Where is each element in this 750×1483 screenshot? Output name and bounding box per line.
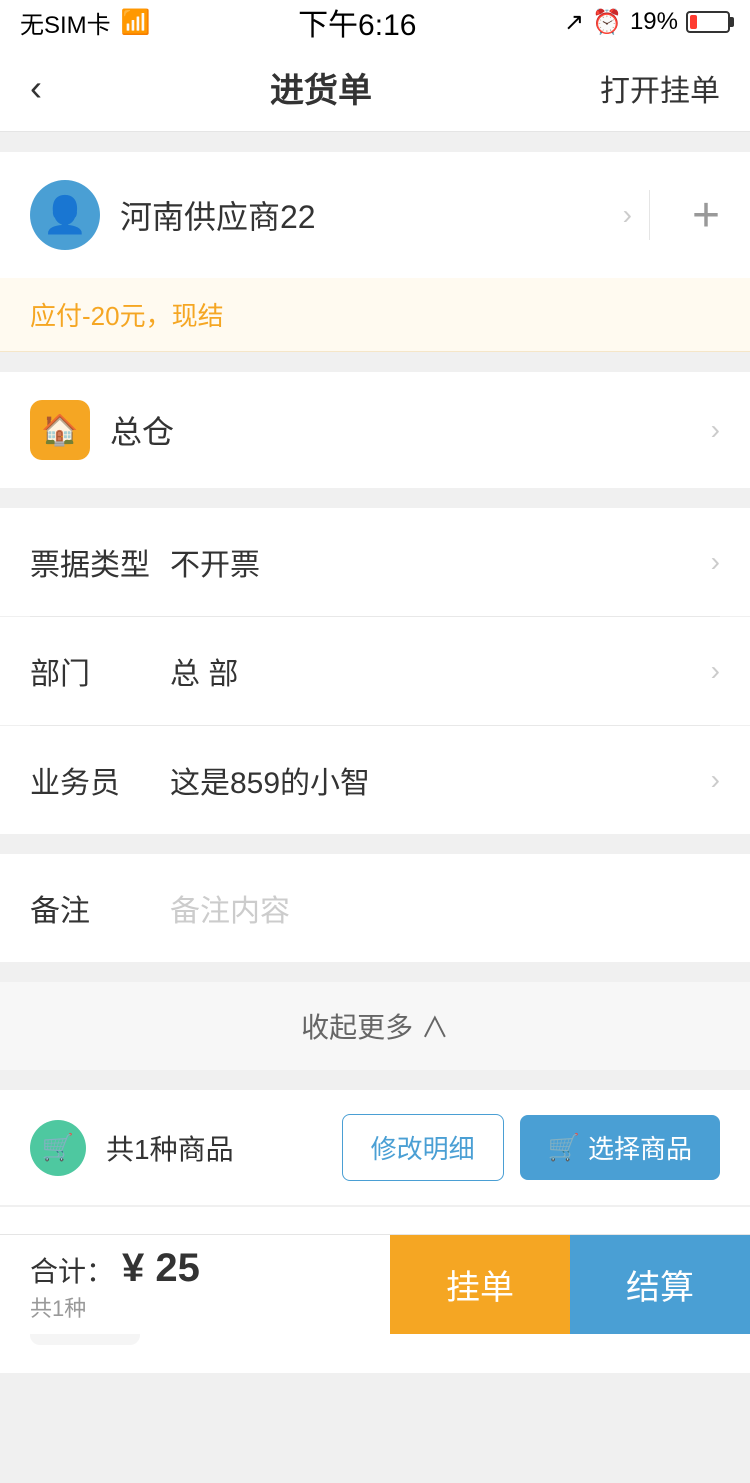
invoice-type-row[interactable]: 票据类型 不开票 › bbox=[0, 508, 750, 616]
warehouse-icon: 🏠 bbox=[30, 400, 90, 460]
battery-icon bbox=[686, 11, 730, 33]
select-product-label: 选择商品 bbox=[588, 1129, 692, 1166]
warehouse-icon-symbol: 🏠 bbox=[41, 413, 78, 448]
carrier-text: 无SIM卡 bbox=[20, 5, 111, 40]
department-label: 部门 bbox=[30, 649, 170, 693]
collapse-row[interactable]: 收起更多 ∧ bbox=[0, 982, 750, 1070]
supplier-row: 👤 河南供应商22 › + bbox=[0, 152, 750, 278]
back-button[interactable]: ‹ bbox=[30, 67, 42, 109]
battery-percent: 19% bbox=[630, 8, 678, 36]
total-line: 合计： ¥ 25 bbox=[30, 1246, 360, 1291]
status-right: ↗ ⏰ 19% bbox=[564, 8, 730, 37]
products-header: 🛒 共1种商品 修改明细 🛒 选择商品 bbox=[0, 1090, 750, 1205]
warehouse-chevron-icon: › bbox=[711, 414, 720, 446]
salesperson-label: 业务员 bbox=[30, 758, 170, 802]
remark-row[interactable]: 备注 备注内容 bbox=[0, 854, 750, 962]
remark-placeholder[interactable]: 备注内容 bbox=[170, 886, 720, 930]
notice-text: 应付-20元，现结 bbox=[30, 301, 224, 331]
products-count: 共1种商品 bbox=[106, 1128, 342, 1168]
department-row[interactable]: 部门 总 部 › bbox=[0, 617, 750, 725]
salesperson-row[interactable]: 业务员 这是859的小智 › bbox=[0, 726, 750, 834]
collapse-text: 收起更多 ∧ bbox=[301, 1006, 449, 1046]
products-icon-symbol: 🛒 bbox=[42, 1132, 74, 1163]
status-bar: 无SIM卡 📶 下午6:16 ↗ ⏰ 19% bbox=[0, 0, 750, 44]
section-gap-2 bbox=[0, 352, 750, 372]
remark-label: 备注 bbox=[30, 886, 170, 930]
modify-detail-button[interactable]: 修改明细 bbox=[342, 1114, 504, 1181]
bottom-bar: 合计： ¥ 25 共1种 挂单 结算 bbox=[0, 1234, 750, 1334]
supplier-chevron-icon[interactable]: › bbox=[623, 199, 632, 231]
total-amount: ¥ 25 bbox=[122, 1246, 200, 1291]
status-left: 无SIM卡 📶 bbox=[20, 5, 151, 40]
supplier-divider bbox=[649, 190, 650, 240]
hang-button[interactable]: 挂单 bbox=[390, 1235, 570, 1334]
alarm-icon: ⏰ bbox=[592, 8, 622, 37]
warehouse-name: 总仓 bbox=[110, 407, 711, 453]
total-count: 共1种 bbox=[30, 1291, 360, 1323]
section-gap-3 bbox=[0, 488, 750, 508]
bottom-spacer bbox=[0, 1373, 750, 1483]
invoice-type-chevron: › bbox=[711, 546, 720, 578]
section-gap-4 bbox=[0, 834, 750, 854]
products-icon: 🛒 bbox=[30, 1120, 86, 1176]
notice-banner: 应付-20元，现结 bbox=[0, 278, 750, 352]
invoice-type-value: 不开票 bbox=[170, 540, 711, 584]
open-hang-button[interactable]: 打开挂单 bbox=[600, 66, 720, 110]
department-value: 总 部 bbox=[170, 649, 711, 693]
supplier-name: 河南供应商22 bbox=[120, 192, 623, 238]
avatar-icon: 👤 bbox=[43, 194, 88, 236]
battery-fill bbox=[690, 15, 697, 29]
checkout-button[interactable]: 结算 bbox=[570, 1235, 750, 1334]
nav-bar: ‹ 进货单 打开挂单 bbox=[0, 44, 750, 132]
salesperson-value: 这是859的小智 bbox=[170, 758, 711, 802]
warehouse-row[interactable]: 🏠 总仓 › bbox=[0, 372, 750, 488]
section-gap-5 bbox=[0, 962, 750, 982]
location-icon: ↗ bbox=[564, 8, 584, 37]
add-supplier-button[interactable]: + bbox=[692, 188, 720, 243]
department-chevron: › bbox=[711, 655, 720, 687]
total-section: 合计： ¥ 25 共1种 bbox=[0, 1235, 390, 1334]
status-time: 下午6:16 bbox=[298, 0, 416, 44]
wifi-icon: 📶 bbox=[121, 8, 151, 37]
supplier-avatar: 👤 bbox=[30, 180, 100, 250]
total-label: 合计： bbox=[30, 1250, 114, 1290]
invoice-type-label: 票据类型 bbox=[30, 540, 170, 584]
salesperson-chevron: › bbox=[711, 764, 720, 796]
section-gap-1 bbox=[0, 132, 750, 152]
page-title: 进货单 bbox=[270, 63, 372, 112]
select-product-button[interactable]: 🛒 选择商品 bbox=[520, 1115, 720, 1180]
select-product-icon: 🛒 bbox=[548, 1132, 580, 1163]
